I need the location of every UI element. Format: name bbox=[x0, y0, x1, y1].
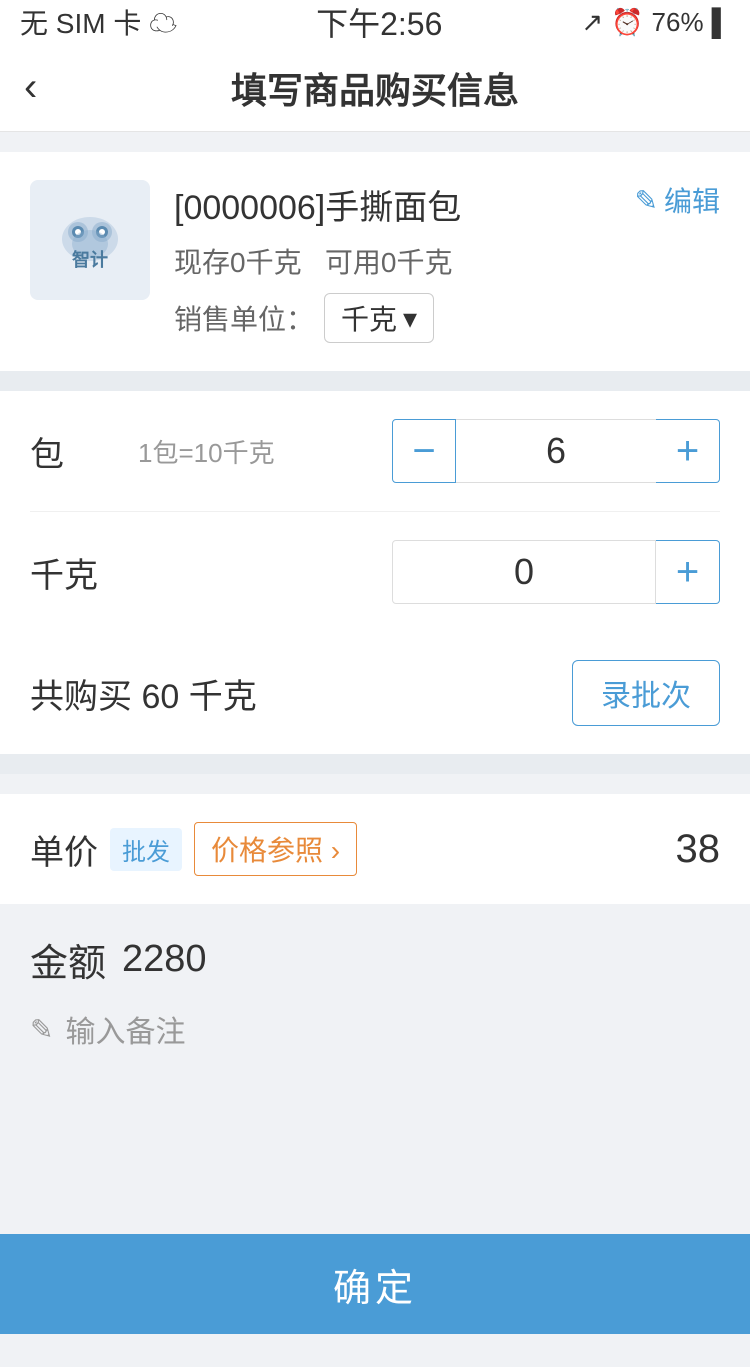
bao-input-row: 包 1包=10千克 − + bbox=[30, 391, 720, 512]
product-stock: 现存0千克 可用0千克 bbox=[174, 241, 720, 281]
bao-increment-button[interactable]: + bbox=[656, 419, 720, 483]
status-bar: 无 SIM 卡 ☁ 下午2:56 ↗ ⏰ 76% ▌ bbox=[0, 0, 750, 44]
input-section: 包 1包=10千克 − + 千克 + bbox=[0, 391, 750, 632]
edit-icon: ✎ bbox=[635, 184, 658, 217]
status-left: 无 SIM 卡 ☁ bbox=[20, 2, 177, 42]
bao-label: 包 bbox=[30, 427, 130, 476]
amount-row: 金额 2280 bbox=[30, 932, 720, 987]
remark-placeholder: 输入备注 bbox=[65, 1007, 185, 1051]
bao-decrement-button[interactable]: − bbox=[392, 419, 456, 483]
chevron-down-icon: ▾ bbox=[403, 302, 417, 335]
amount-section: 金额 2280 ✎ 输入备注 bbox=[0, 904, 750, 1067]
kg-input[interactable] bbox=[392, 540, 656, 604]
price-label: 单价 bbox=[30, 825, 98, 874]
kg-input-row: 千克 + bbox=[30, 512, 720, 632]
product-card: 智计 [0000006]手撕面包 现存0千克 可用0千克 销售单位： 千克 ▾ … bbox=[0, 152, 750, 371]
unit-label: 销售单位： bbox=[174, 298, 314, 338]
kg-increment-button[interactable]: + bbox=[656, 540, 720, 604]
alarm-icon: ⏰ bbox=[611, 7, 643, 38]
remark-row[interactable]: ✎ 输入备注 bbox=[30, 1007, 720, 1051]
page-title: 填写商品购买信息 bbox=[231, 62, 519, 114]
amount-value: 2280 bbox=[122, 938, 207, 981]
bao-input[interactable] bbox=[456, 419, 656, 483]
bao-sublabel: 1包=10千克 bbox=[138, 433, 275, 470]
location-icon: ↗ bbox=[581, 7, 603, 38]
battery-icon: ▌ bbox=[712, 7, 730, 38]
confirm-button[interactable]: 确定 bbox=[0, 1234, 750, 1334]
back-button[interactable]: ‹ bbox=[24, 65, 37, 110]
section-divider-1 bbox=[0, 371, 750, 391]
battery-label: 76% bbox=[652, 7, 704, 38]
amount-label: 金额 bbox=[30, 932, 106, 987]
total-label: 共购买 60 千克 bbox=[30, 669, 257, 718]
price-value: 38 bbox=[676, 827, 721, 872]
price-section: 单价 批发 价格参照 › 38 bbox=[0, 794, 750, 904]
product-logo-icon: 智计 bbox=[50, 194, 130, 286]
price-label-group: 单价 批发 价格参照 › bbox=[30, 822, 357, 876]
product-image: 智计 bbox=[30, 180, 150, 300]
kg-label: 千克 bbox=[30, 548, 130, 597]
nav-bar: ‹ 填写商品购买信息 bbox=[0, 44, 750, 132]
price-row: 单价 批发 价格参照 › 38 bbox=[30, 822, 720, 876]
batch-button[interactable]: 录批次 bbox=[572, 660, 720, 726]
product-unit-row: 销售单位： 千克 ▾ bbox=[174, 293, 720, 343]
svg-text:智计: 智计 bbox=[72, 249, 108, 270]
section-divider-2 bbox=[0, 754, 750, 774]
kg-controls: + bbox=[392, 540, 720, 604]
sim-label: 无 SIM 卡 ☁ bbox=[20, 2, 177, 42]
edit-button[interactable]: ✎ 编辑 bbox=[635, 180, 720, 220]
bao-controls: − + bbox=[392, 419, 720, 483]
unit-select[interactable]: 千克 ▾ bbox=[324, 293, 434, 343]
price-ref-button[interactable]: 价格参照 › bbox=[194, 822, 357, 876]
status-time: 下午2:56 bbox=[316, 0, 442, 45]
price-tag: 批发 bbox=[110, 828, 182, 871]
total-row: 共购买 60 千克 录批次 bbox=[0, 632, 750, 754]
pencil-icon: ✎ bbox=[30, 1013, 53, 1046]
status-right: ↗ ⏰ 76% ▌ bbox=[581, 7, 730, 38]
